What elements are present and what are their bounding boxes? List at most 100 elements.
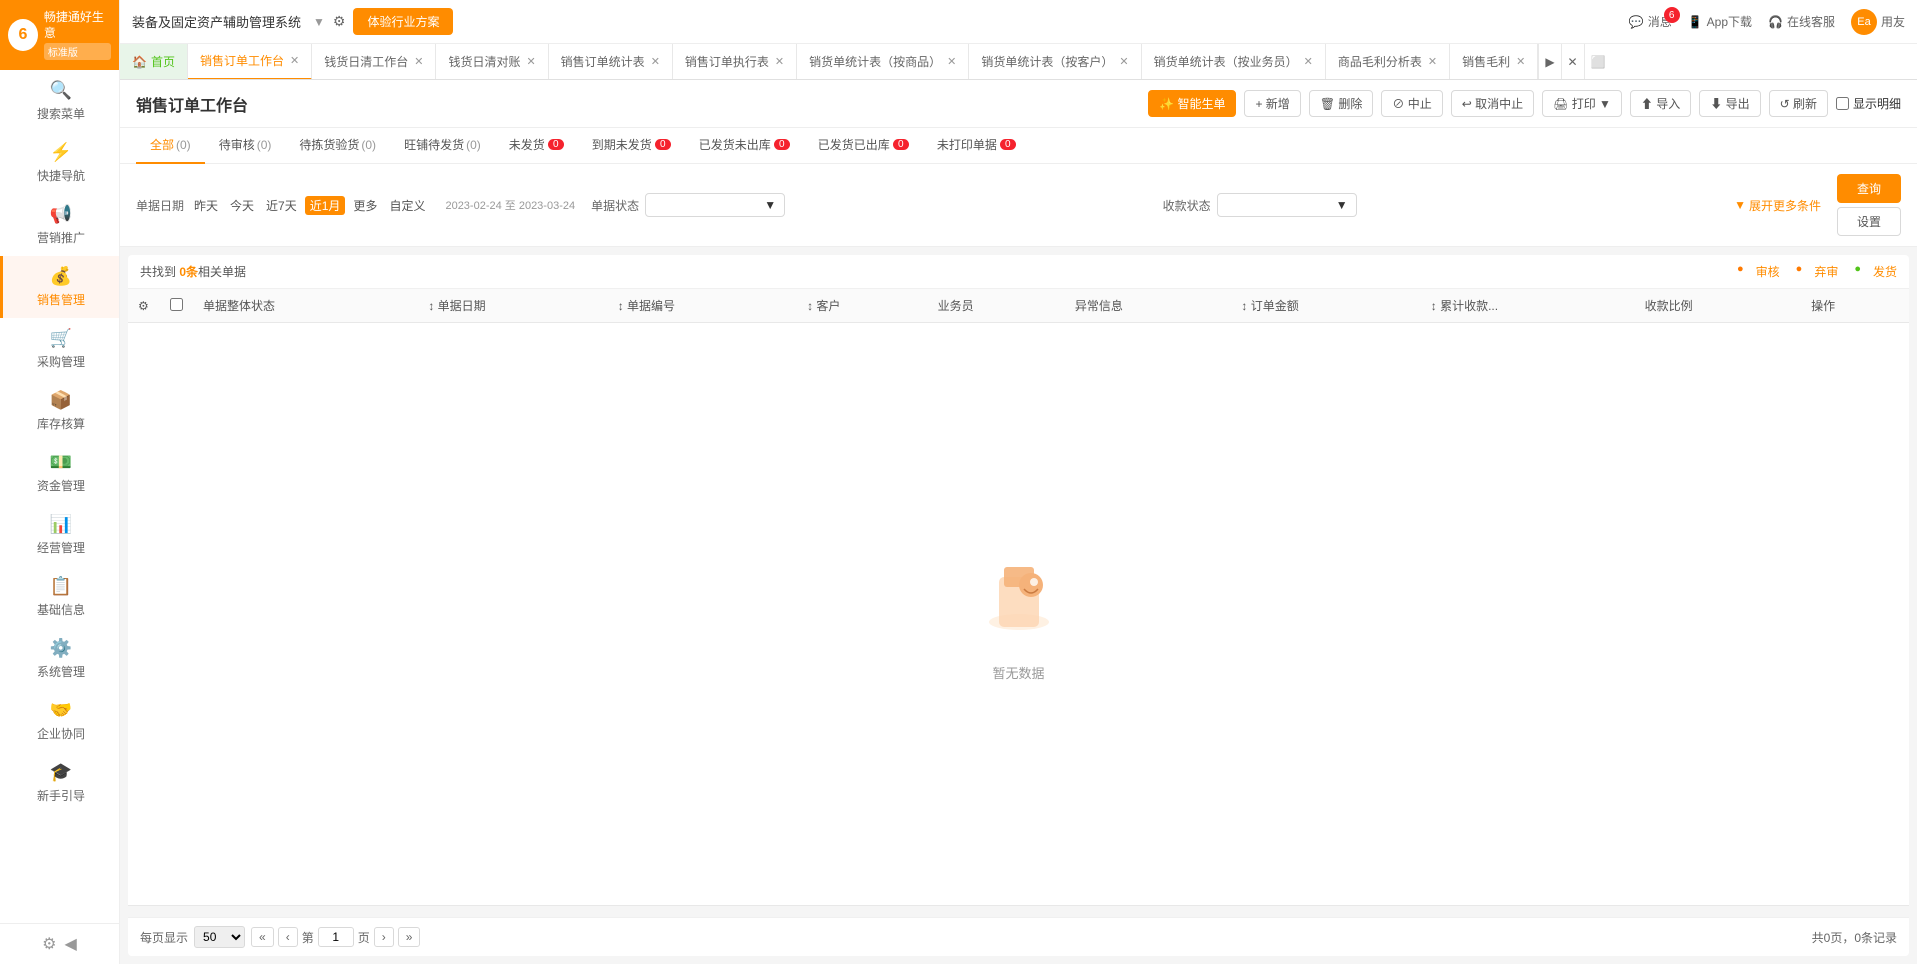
delete-btn[interactable]: 🗑 删除 bbox=[1309, 90, 1374, 117]
next-page-btn[interactable]: › bbox=[374, 927, 394, 947]
tab-close-sales-stats-staff[interactable]: ✕ bbox=[1304, 55, 1313, 68]
filter-tab-all[interactable]: 全部 (0) bbox=[136, 128, 205, 164]
new-btn[interactable]: + 新增 bbox=[1244, 90, 1300, 117]
date-option-yesterday[interactable]: 昨天 bbox=[190, 195, 222, 216]
message-btn[interactable]: 💬 6 消息 bbox=[1629, 13, 1672, 30]
collapse-icon[interactable]: ◀ bbox=[65, 934, 77, 954]
last-page-btn[interactable]: » bbox=[398, 927, 421, 947]
filter-tab-pending-review-count: (0) bbox=[257, 138, 272, 152]
tab-sales-stats-product[interactable]: 销货单统计表（按商品） ✕ bbox=[797, 44, 969, 80]
page-input[interactable] bbox=[318, 927, 354, 947]
tabs-scroll-right[interactable]: ▶ bbox=[1538, 44, 1560, 80]
sidebar-item-purchase[interactable]: 🛒 采购管理 bbox=[0, 318, 119, 380]
status-select[interactable]: ▼ bbox=[645, 193, 785, 217]
sidebar-item-inventory[interactable]: 📦 库存核算 bbox=[0, 380, 119, 442]
filter-tab-not-printed[interactable]: 未打印单据 0 bbox=[923, 128, 1030, 164]
tab-close-sales-order-stats[interactable]: ✕ bbox=[651, 55, 660, 68]
filter-tab-pending-review[interactable]: 待审核 (0) bbox=[205, 128, 286, 164]
header-left: 装备及固定资产辅助管理系统 ▼ ⚙ 体验行业方案 bbox=[132, 8, 453, 35]
industry-solution-btn[interactable]: 体验行业方案 bbox=[353, 8, 453, 35]
sidebar-item-marketing[interactable]: 📢 营销推广 bbox=[0, 194, 119, 256]
horizontal-scroll[interactable] bbox=[128, 905, 1909, 917]
tab-close-sales-order-exec[interactable]: ✕ bbox=[775, 55, 784, 68]
expand-more-btn[interactable]: ▼ 展开更多条件 bbox=[1734, 197, 1821, 214]
tab-close-cash-daily[interactable]: ✕ bbox=[414, 55, 423, 68]
tabs-maximize[interactable]: ⬜ bbox=[1584, 44, 1612, 80]
filter-tab-not-printed-label: 未打印单据 bbox=[937, 136, 997, 153]
th-operation-label: 操作 bbox=[1811, 299, 1835, 313]
refresh-btn[interactable]: ↺ 刷新 bbox=[1769, 90, 1828, 117]
show-detail-checkbox[interactable] bbox=[1836, 97, 1849, 110]
date-option-custom[interactable]: 自定义 bbox=[385, 195, 429, 216]
filter-tab-not-shipped[interactable]: 未发货 0 bbox=[495, 128, 578, 164]
tab-close-sales-stats-product[interactable]: ✕ bbox=[947, 55, 956, 68]
column-settings-icon[interactable]: ⚙ bbox=[138, 299, 149, 313]
tab-cash-daily[interactable]: 钱货日清工作台 ✕ bbox=[312, 44, 436, 80]
filter-tab-shipped-not-out[interactable]: 已发货未出库 0 bbox=[685, 128, 804, 164]
tabs-close-all[interactable]: ✕ bbox=[1561, 44, 1584, 80]
tab-cash-reconcile[interactable]: 钱货日清对账 ✕ bbox=[436, 44, 548, 80]
review-action-link[interactable]: 审核 bbox=[1756, 263, 1780, 280]
sidebar-item-finance[interactable]: 💵 资金管理 bbox=[0, 442, 119, 504]
sidebar-item-enterprise[interactable]: 🤝 企业协同 bbox=[0, 690, 119, 752]
tab-close-sales-stats-customer[interactable]: ✕ bbox=[1119, 55, 1128, 68]
app-download-btn[interactable]: 📱 App下载 bbox=[1688, 13, 1752, 30]
tab-close-cash-reconcile[interactable]: ✕ bbox=[526, 55, 535, 68]
cancel-stop-btn[interactable]: ↩ 取消中止 bbox=[1451, 90, 1534, 117]
per-page-select[interactable]: 50 10 20 100 bbox=[194, 926, 245, 948]
sidebar-item-sales[interactable]: 💰 销售管理 bbox=[0, 256, 119, 318]
payment-select[interactable]: ▼ bbox=[1217, 193, 1357, 217]
tab-sales-stats-staff[interactable]: 销货单统计表（按业务员） ✕ bbox=[1142, 44, 1326, 80]
tab-close-product-margin[interactable]: ✕ bbox=[1428, 55, 1437, 68]
import-btn[interactable]: ⬆ 导入 bbox=[1630, 90, 1691, 117]
first-page-btn[interactable]: « bbox=[251, 927, 274, 947]
filter-tab-pending-inspect[interactable]: 待拣货验货 (0) bbox=[285, 128, 390, 164]
tab-sales-order-workbench[interactable]: 销售订单工作台 ✕ bbox=[188, 44, 312, 80]
user-btn[interactable]: Ea 用友 bbox=[1851, 9, 1905, 35]
tab-product-margin[interactable]: 商品毛利分析表 ✕ bbox=[1326, 44, 1450, 80]
set-btn[interactable]: 设置 bbox=[1837, 207, 1901, 236]
th-exception: 异常信息 bbox=[1065, 289, 1232, 323]
stop-btn[interactable]: ⊘ 中止 bbox=[1381, 90, 1442, 117]
ai-smart-create-btn[interactable]: ✨ 智能生单 bbox=[1148, 90, 1236, 117]
date-option-7days[interactable]: 近7天 bbox=[262, 195, 301, 216]
sidebar-item-operation[interactable]: 📊 经营管理 bbox=[0, 504, 119, 566]
select-all-checkbox[interactable] bbox=[170, 298, 183, 311]
ship-action-link[interactable]: 发货 bbox=[1873, 263, 1897, 280]
date-range-display: 2023-02-24 至 2023-03-24 bbox=[445, 197, 575, 213]
filter-tab-wangpu[interactable]: 旺铺待发货 (0) bbox=[390, 128, 495, 164]
date-option-1month[interactable]: 近1月 bbox=[305, 196, 346, 215]
system-dropdown-icon[interactable]: ▼ bbox=[313, 15, 325, 29]
prev-page-btn[interactable]: ‹ bbox=[278, 927, 298, 947]
settings-icon[interactable]: ⚙ bbox=[42, 934, 56, 954]
online-service-btn[interactable]: 🎧 在线客服 bbox=[1768, 13, 1835, 30]
sidebar-item-label: 基础信息 bbox=[37, 601, 85, 618]
filter-tab-shipped-out[interactable]: 已发货已出库 0 bbox=[804, 128, 923, 164]
print-btn[interactable]: 🖨 打印 ▼ bbox=[1542, 90, 1622, 117]
show-detail-toggle[interactable]: 显示明细 bbox=[1836, 95, 1901, 112]
tab-sales-order-workbench-label: 销售订单工作台 bbox=[200, 52, 284, 69]
sidebar-item-basic[interactable]: 📋 基础信息 bbox=[0, 566, 119, 628]
filter-tabs: 全部 (0) 待审核 (0) 待拣货验货 (0) 旺铺待发货 (0) 未发货 bbox=[120, 128, 1917, 164]
settings-btn[interactable]: ⚙ bbox=[333, 13, 346, 30]
tab-sales-profit[interactable]: 销售毛利 ✕ bbox=[1450, 44, 1538, 80]
query-btn[interactable]: 查询 bbox=[1837, 174, 1901, 203]
export-btn[interactable]: ⬇ 导出 bbox=[1699, 90, 1760, 117]
sidebar-nav: 🔍 搜索菜单 ⚡ 快捷导航 📢 营销推广 💰 销售管理 🛒 采购管理 📦 bbox=[0, 70, 119, 923]
tab-home[interactable]: 🏠 首页 bbox=[120, 44, 188, 80]
th-number: ↕ 单据编号 bbox=[608, 289, 797, 323]
tab-sales-stats-customer[interactable]: 销货单统计表（按客户） ✕ bbox=[969, 44, 1141, 80]
cancel-review-action-link[interactable]: 弃审 bbox=[1814, 263, 1838, 280]
date-option-today[interactable]: 今天 bbox=[226, 195, 258, 216]
tab-sales-order-stats[interactable]: 销售订单统计表 ✕ bbox=[549, 44, 673, 80]
th-number-label: ↕ 单据编号 bbox=[618, 299, 675, 313]
filter-tab-overdue[interactable]: 到期未发货 0 bbox=[578, 128, 685, 164]
sidebar-item-quick-nav[interactable]: ⚡ 快捷导航 bbox=[0, 132, 119, 194]
sidebar-item-guide[interactable]: 🎓 新手引导 bbox=[0, 752, 119, 814]
tab-close-sales-order[interactable]: ✕ bbox=[290, 54, 299, 67]
date-option-more[interactable]: 更多 bbox=[349, 195, 381, 216]
tab-close-sales-profit[interactable]: ✕ bbox=[1516, 55, 1525, 68]
tab-sales-order-exec[interactable]: 销售订单执行表 ✕ bbox=[673, 44, 797, 80]
sidebar-item-system[interactable]: ⚙️ 系统管理 bbox=[0, 628, 119, 690]
sidebar-item-search[interactable]: 🔍 搜索菜单 bbox=[0, 70, 119, 132]
